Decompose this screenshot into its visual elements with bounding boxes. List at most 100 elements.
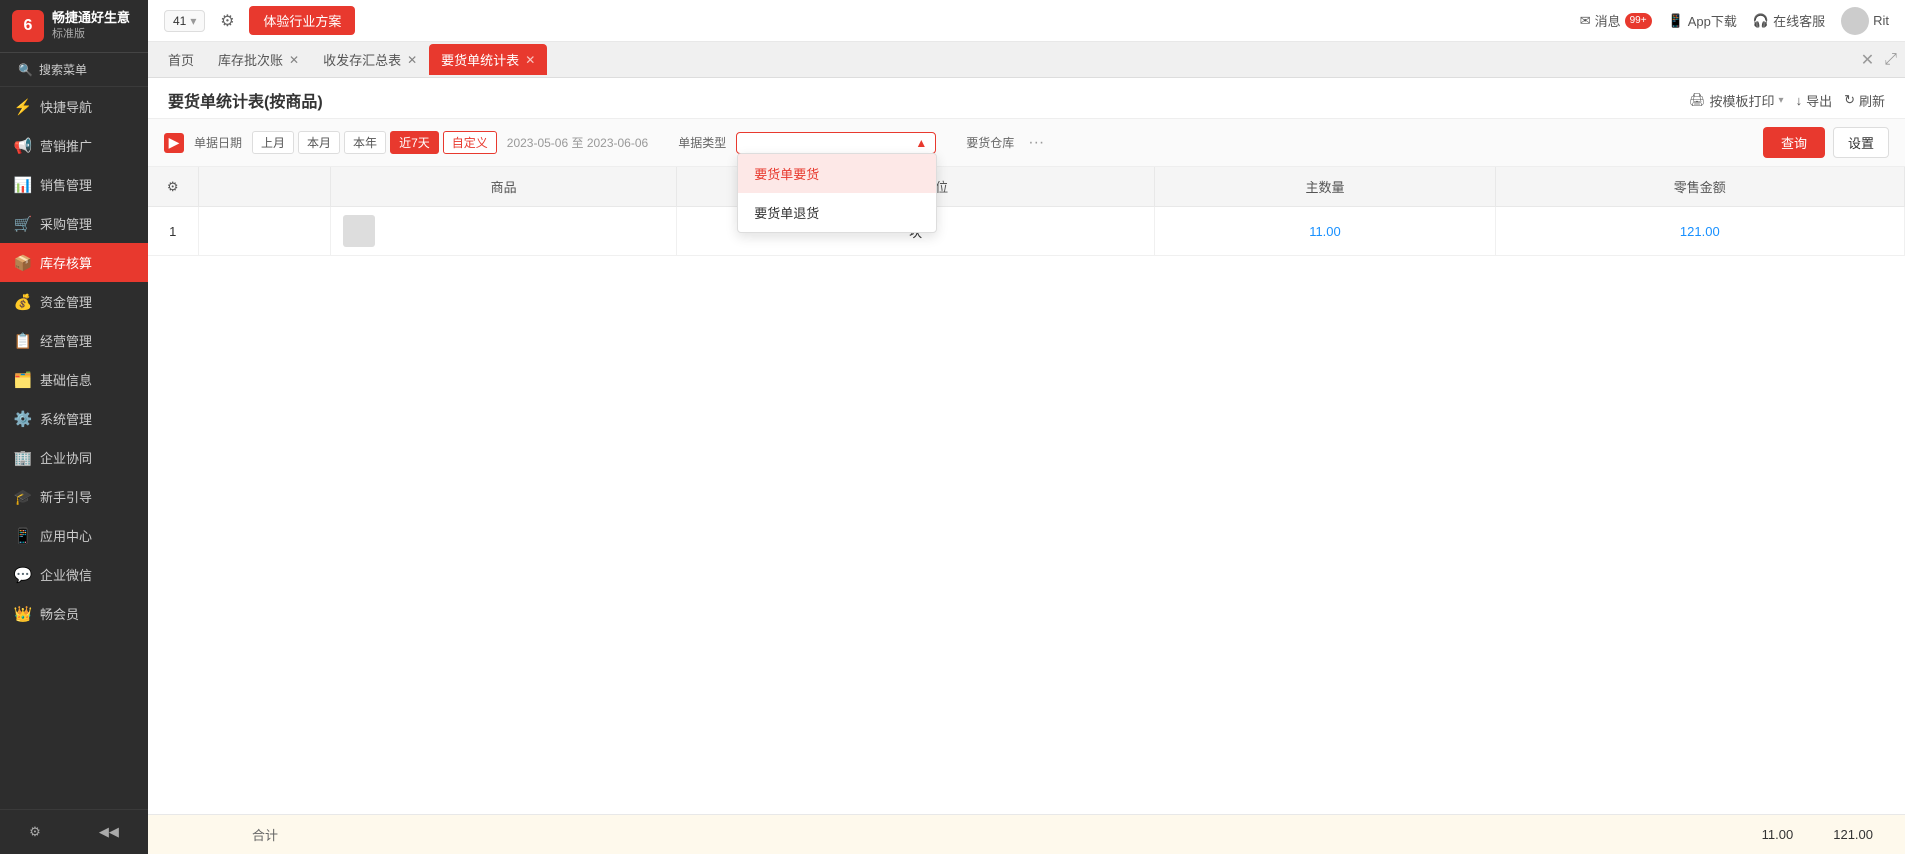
date-btn-custom[interactable]: 自定义 — [443, 131, 497, 154]
brand-sub: 标准版 — [52, 27, 130, 41]
tab-receive-send[interactable]: 收发存汇总表 ✕ — [311, 44, 429, 75]
close-tab-icon[interactable]: ✕ — [1861, 50, 1874, 70]
type-filter-chevron-icon: ▲ — [915, 136, 927, 150]
online-service-btn[interactable]: 🎧 在线客服 — [1753, 11, 1825, 30]
sales-icon: 📊 — [14, 176, 32, 194]
col-gear: ⚙ — [148, 167, 198, 207]
export-label: 导出 — [1806, 91, 1832, 110]
date-btn-this-year[interactable]: 本年 — [344, 131, 386, 154]
system-icon: ⚙️ — [14, 410, 32, 428]
close-receive-send-icon[interactable]: ✕ — [407, 53, 417, 67]
col-index — [198, 167, 331, 207]
messages-badge: 99+ — [1625, 13, 1652, 29]
tab-order-stats-label: 要货单统计表 — [441, 50, 519, 69]
table-row: 1 块 11.00 121.00 — [148, 207, 1905, 256]
date-btn-last-month[interactable]: 上月 — [252, 131, 294, 154]
operations-label: 经营管理 — [40, 331, 92, 350]
sidebar-item-system[interactable]: ⚙️ 系统管理 — [0, 399, 148, 438]
sidebar-nav: ⚡ 快捷导航 📢 营销推广 📊 销售管理 🛒 采购管理 📦 库存核算 💰 资金管… — [0, 87, 148, 809]
app-center-label: 应用中心 — [40, 526, 92, 545]
app-download-btn[interactable]: 📱 App下载 — [1668, 11, 1737, 30]
guide-icon: 🎓 — [14, 488, 32, 506]
sidebar-item-app-center[interactable]: 📱 应用中心 — [0, 516, 148, 555]
trial-btn[interactable]: 体验行业方案 — [249, 6, 355, 35]
sidebar-item-enterprise[interactable]: 🏢 企业协同 — [0, 438, 148, 477]
app-download-label: App下载 — [1688, 11, 1737, 30]
enterprise-label: 企业协同 — [40, 448, 92, 467]
sidebar-footer: ⚙ ◀◀ — [0, 809, 148, 854]
date-btn-last-7-days[interactable]: 近7天 — [390, 131, 439, 154]
enterprise-icon: 🏢 — [14, 449, 32, 467]
restore-tab-icon[interactable]: ⤢ — [1884, 51, 1897, 69]
sidebar-item-inventory[interactable]: 📦 库存核算 — [0, 243, 148, 282]
row-amount-cell[interactable]: 121.00 — [1495, 207, 1904, 256]
sidebar-item-finance[interactable]: 💰 资金管理 — [0, 282, 148, 321]
date-range-value: 2023-05-06 至 2023-06-06 — [507, 134, 648, 151]
close-inventory-batch-icon[interactable]: ✕ — [289, 53, 299, 67]
refresh-btn[interactable]: ↻ 刷新 — [1844, 91, 1885, 110]
print-icon: 🖨 — [1689, 92, 1706, 108]
system-label: 系统管理 — [40, 409, 92, 428]
tab-inventory-batch[interactable]: 库存批次账 ✕ — [206, 44, 311, 75]
operations-icon: 📋 — [14, 332, 32, 350]
sidebar-item-quick-nav[interactable]: ⚡ 快捷导航 — [0, 87, 148, 126]
type-filter-label: 单据类型 — [678, 134, 726, 151]
sidebar-item-operations[interactable]: 📋 经营管理 — [0, 321, 148, 360]
query-btn[interactable]: 查询 — [1763, 127, 1825, 158]
topbar-left: 41 ▾ ⚙ 体验行业方案 — [164, 6, 355, 35]
user-profile-btn[interactable]: Rit — [1841, 7, 1889, 35]
member-label: 畅会员 — [40, 604, 79, 623]
export-btn[interactable]: ↓ 导出 — [1796, 91, 1833, 110]
sidebar-item-guide[interactable]: 🎓 新手引导 — [0, 477, 148, 516]
sidebar-logo: 6 畅捷通好生意 标准版 — [0, 0, 148, 53]
content-area: 要货单统计表(按商品) 🖨 按模板打印 ▾ ↓ 导出 ↻ 刷新 ▶ — [148, 78, 1905, 854]
footer-quantity: 11.00 — [1742, 827, 1814, 842]
sidebar-item-wechat[interactable]: 💬 企业微信 — [0, 555, 148, 594]
messages-btn[interactable]: ✉ 消息 99+ — [1580, 11, 1652, 30]
brand-title: 畅捷通好生意 — [52, 10, 130, 27]
filter-expand-btn[interactable]: ▶ — [164, 133, 184, 153]
sidebar-item-basic-info[interactable]: 🗂️ 基础信息 — [0, 360, 148, 399]
topbar-gear-icon[interactable]: ⚙ — [213, 7, 241, 35]
messages-label: 消息 — [1595, 11, 1621, 30]
collapse-footer-btn[interactable]: ◀◀ — [91, 820, 127, 844]
col-product: 商品 — [331, 167, 677, 207]
date-filter-label: 单据日期 — [194, 134, 242, 151]
tab-order-stats[interactable]: 要货单统计表 ✕ — [429, 44, 547, 75]
settings-btn[interactable]: 设置 — [1833, 127, 1889, 158]
refresh-label: 刷新 — [1859, 91, 1885, 110]
print-label: 按模板打印 — [1710, 91, 1775, 110]
sidebar-item-sales[interactable]: 📊 销售管理 — [0, 165, 148, 204]
messages-icon: ✉ — [1580, 13, 1591, 29]
sidebar: 6 畅捷通好生意 标准版 🔍 搜索菜单 ⚡ 快捷导航 📢 营销推广 📊 销售管理… — [0, 0, 148, 854]
type-dropdown-menu: 要货单要货 要货单退货 — [737, 153, 937, 233]
col-settings-icon[interactable]: ⚙ — [167, 179, 179, 194]
store-selector[interactable]: 41 ▾ — [164, 10, 205, 32]
sidebar-item-marketing[interactable]: 📢 营销推广 — [0, 126, 148, 165]
sidebar-search[interactable]: 🔍 搜索菜单 — [0, 53, 148, 87]
purchase-icon: 🛒 — [14, 215, 32, 233]
sidebar-item-member[interactable]: 👑 畅会员 — [0, 594, 148, 633]
main-area: 41 ▾ ⚙ 体验行业方案 ✉ 消息 99+ 📱 App下载 🎧 在线客服 R — [148, 0, 1905, 854]
export-icon: ↓ — [1796, 93, 1803, 108]
filter-more-icon[interactable]: ··· — [1028, 134, 1044, 152]
table-header-row: ⚙ 商品 主计量单位 主数量 零售金额 — [148, 167, 1905, 207]
tabs-bar-right: ✕ ⤢ — [1861, 50, 1897, 70]
type-filter-input[interactable]: ▲ 要货单要货 要货单退货 — [736, 132, 936, 154]
close-order-stats-icon[interactable]: ✕ — [525, 53, 535, 67]
avatar — [1841, 7, 1869, 35]
tab-home[interactable]: 首页 — [156, 44, 206, 75]
date-btn-this-month[interactable]: 本月 — [298, 131, 340, 154]
topbar: 41 ▾ ⚙ 体验行业方案 ✉ 消息 99+ 📱 App下载 🎧 在线客服 R — [148, 0, 1905, 42]
tab-home-label: 首页 — [168, 50, 194, 69]
sidebar-item-purchase[interactable]: 🛒 采购管理 — [0, 204, 148, 243]
dropdown-item-label-2: 要货单退货 — [754, 206, 819, 221]
dropdown-item-order-goods[interactable]: 要货单要货 — [738, 154, 936, 193]
row-quantity-cell[interactable]: 11.00 — [1155, 207, 1495, 256]
settings-footer-btn[interactable]: ⚙ — [21, 820, 49, 844]
dropdown-item-return-goods[interactable]: 要货单退货 — [738, 193, 936, 232]
chevron-down-icon: ▾ — [190, 14, 196, 28]
tab-inventory-batch-label: 库存批次账 — [218, 50, 283, 69]
refresh-icon: ↻ — [1844, 92, 1855, 108]
print-btn[interactable]: 🖨 按模板打印 ▾ — [1689, 91, 1784, 110]
